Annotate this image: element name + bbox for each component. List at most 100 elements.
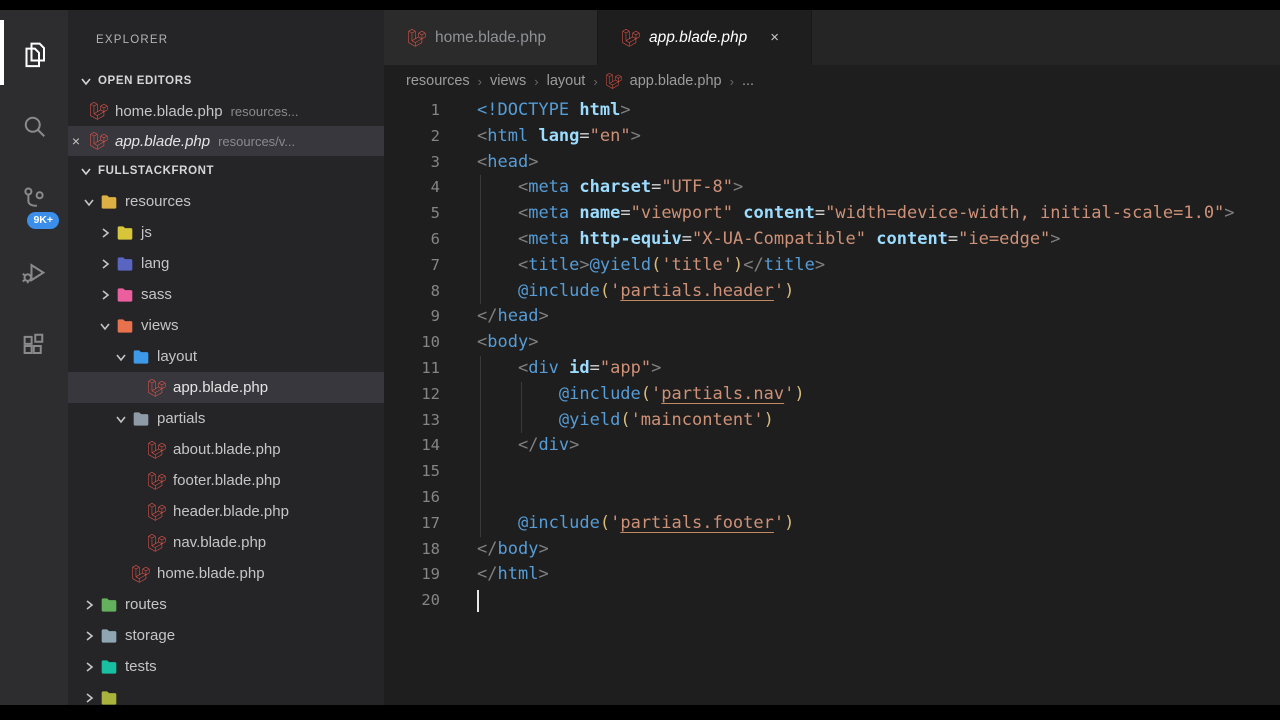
close-icon[interactable]: × — [68, 133, 84, 149]
indent-guide — [480, 459, 481, 485]
chevron-right-icon — [94, 225, 116, 241]
line-content: <html lang="en"> — [477, 124, 641, 150]
blade-partial-link[interactable]: partials.nav — [661, 384, 784, 404]
code-line-13: 13 @yield('maincontent') — [384, 407, 1280, 434]
tree-item-footer-blade-php[interactable]: footer.blade.php — [68, 465, 384, 496]
line-content: </body> — [477, 537, 549, 563]
tree-item-js[interactable]: js — [68, 217, 384, 248]
tree-item-storage[interactable]: storage — [68, 620, 384, 651]
code-token: "viewport" — [630, 203, 733, 224]
blade-partial-link[interactable]: partials.header — [620, 281, 774, 301]
chevron-right-icon — [94, 287, 116, 303]
tree-item-home-blade-php[interactable]: home.blade.php — [68, 558, 384, 589]
code-token: < — [477, 125, 488, 146]
line-content: <meta http-equiv="X-UA-Compatible" conte… — [477, 227, 1061, 253]
indent-guide — [480, 407, 481, 434]
indent-guide — [480, 252, 481, 279]
code-token: @yield — [558, 409, 621, 430]
folder-icon-partials — [132, 410, 150, 428]
folder-icon-layout — [132, 348, 150, 366]
tree-item-sass[interactable]: sass — [68, 279, 384, 310]
code-token: > — [528, 332, 539, 353]
indent-guide — [480, 484, 481, 511]
source-control-icon[interactable]: 9K+ — [0, 162, 68, 235]
tree-item-label: resources — [125, 193, 191, 210]
line-content: </html> — [477, 562, 549, 588]
tree-item-lang[interactable]: lang — [68, 248, 384, 279]
code-token: ( — [620, 409, 631, 430]
tree-item-label: header.blade.php — [173, 503, 289, 520]
code-editor[interactable]: 1 <!DOCTYPE html> 2 <html lang="en"> 3 <head>… — [384, 97, 1280, 705]
open-editor-label: app.blade.php — [115, 132, 211, 150]
open-editor-item[interactable]: home.blade.php resources... — [68, 96, 384, 126]
code-token: id — [569, 357, 590, 378]
workspace-header[interactable]: FULLSTACKFRONT — [68, 156, 384, 186]
code-token: ' — [773, 280, 785, 301]
tree-item-views[interactable]: views — [68, 310, 384, 341]
line-content: <head> — [477, 150, 538, 176]
folder-icon-lang — [116, 255, 134, 273]
code-token: html — [497, 564, 539, 585]
code-token: @yield — [589, 254, 652, 275]
code-token: 'title' — [661, 254, 733, 275]
tab-label: home.blade.php — [435, 28, 547, 46]
tree-item-nav-blade-php[interactable]: nav.blade.php — [68, 527, 384, 558]
tree-item-label: home.blade.php — [157, 565, 265, 582]
open-editors-header[interactable]: OPEN EDITORS — [68, 66, 384, 96]
line-number: 12 — [421, 384, 440, 403]
code-token: > — [630, 125, 641, 146]
tab-app-blade-php[interactable]: app.blade.php × — [598, 10, 812, 65]
breadcrumb-item[interactable]: app.blade.php — [630, 73, 722, 89]
tree-item-partials[interactable]: partials — [68, 403, 384, 434]
code-line-15: 15 — [384, 459, 1280, 485]
line-number: 9 — [430, 307, 440, 326]
code-token: < — [517, 203, 529, 224]
search-icon[interactable] — [0, 89, 68, 162]
breadcrumb-item[interactable]: views — [490, 73, 526, 89]
tree-item-clipped[interactable] — [68, 682, 384, 705]
tab-label: app.blade.php — [649, 28, 748, 46]
breadcrumb-item[interactable]: layout — [547, 73, 586, 89]
line-content: <div id="app"> — [477, 356, 661, 382]
tree-item-label: footer.blade.php — [173, 472, 281, 489]
run-debug-icon[interactable] — [0, 235, 68, 308]
file-tree: resources js lang sass views layout app.blade.… — [68, 186, 384, 705]
code-token: "X-UA-Compatible" — [692, 228, 867, 249]
close-icon[interactable]: × — [770, 29, 779, 46]
line-content: <!DOCTYPE html> — [477, 98, 631, 124]
tree-item-resources[interactable]: resources — [68, 186, 384, 217]
tree-item-layout[interactable]: layout — [68, 341, 384, 372]
code-token: meta — [528, 203, 570, 224]
breadcrumb-item[interactable]: ... — [742, 73, 754, 89]
code-line-4: 4 <meta charset="UTF-8"> — [384, 175, 1280, 202]
line-number: 10 — [421, 333, 440, 352]
breadcrumb-item[interactable]: resources — [406, 73, 470, 89]
code-token: < — [477, 151, 488, 172]
code-token: > — [1224, 203, 1235, 224]
tree-item-routes[interactable]: routes — [68, 589, 384, 620]
tree-item-label: tests — [125, 658, 157, 675]
tree-item-tests[interactable]: tests — [68, 651, 384, 682]
chevron-right-icon — [94, 256, 116, 272]
code-token: name — [579, 203, 621, 224]
open-editor-item[interactable]: × app.blade.php resources/v... — [68, 126, 384, 156]
line-number: 8 — [430, 281, 440, 300]
line-number: 20 — [421, 591, 440, 610]
explorer-icon[interactable] — [0, 16, 68, 89]
extensions-icon[interactable] — [0, 308, 68, 381]
tab-home-blade-php[interactable]: home.blade.php — [384, 10, 598, 65]
workspace-label: FULLSTACKFRONT — [98, 165, 215, 177]
tree-item-about-blade-php[interactable]: about.blade.php — [68, 434, 384, 465]
code-line-14: 14 </div> — [384, 433, 1280, 460]
blade-partial-link[interactable]: partials.footer — [620, 513, 774, 533]
tree-item-label: storage — [125, 627, 176, 644]
tree-item-app-blade-php[interactable]: app.blade.php — [68, 372, 384, 403]
code-token: > — [814, 254, 826, 275]
code-token: html — [579, 100, 621, 120]
code-token: ' — [610, 280, 621, 301]
tree-item-header-blade-php[interactable]: header.blade.php — [68, 496, 384, 527]
